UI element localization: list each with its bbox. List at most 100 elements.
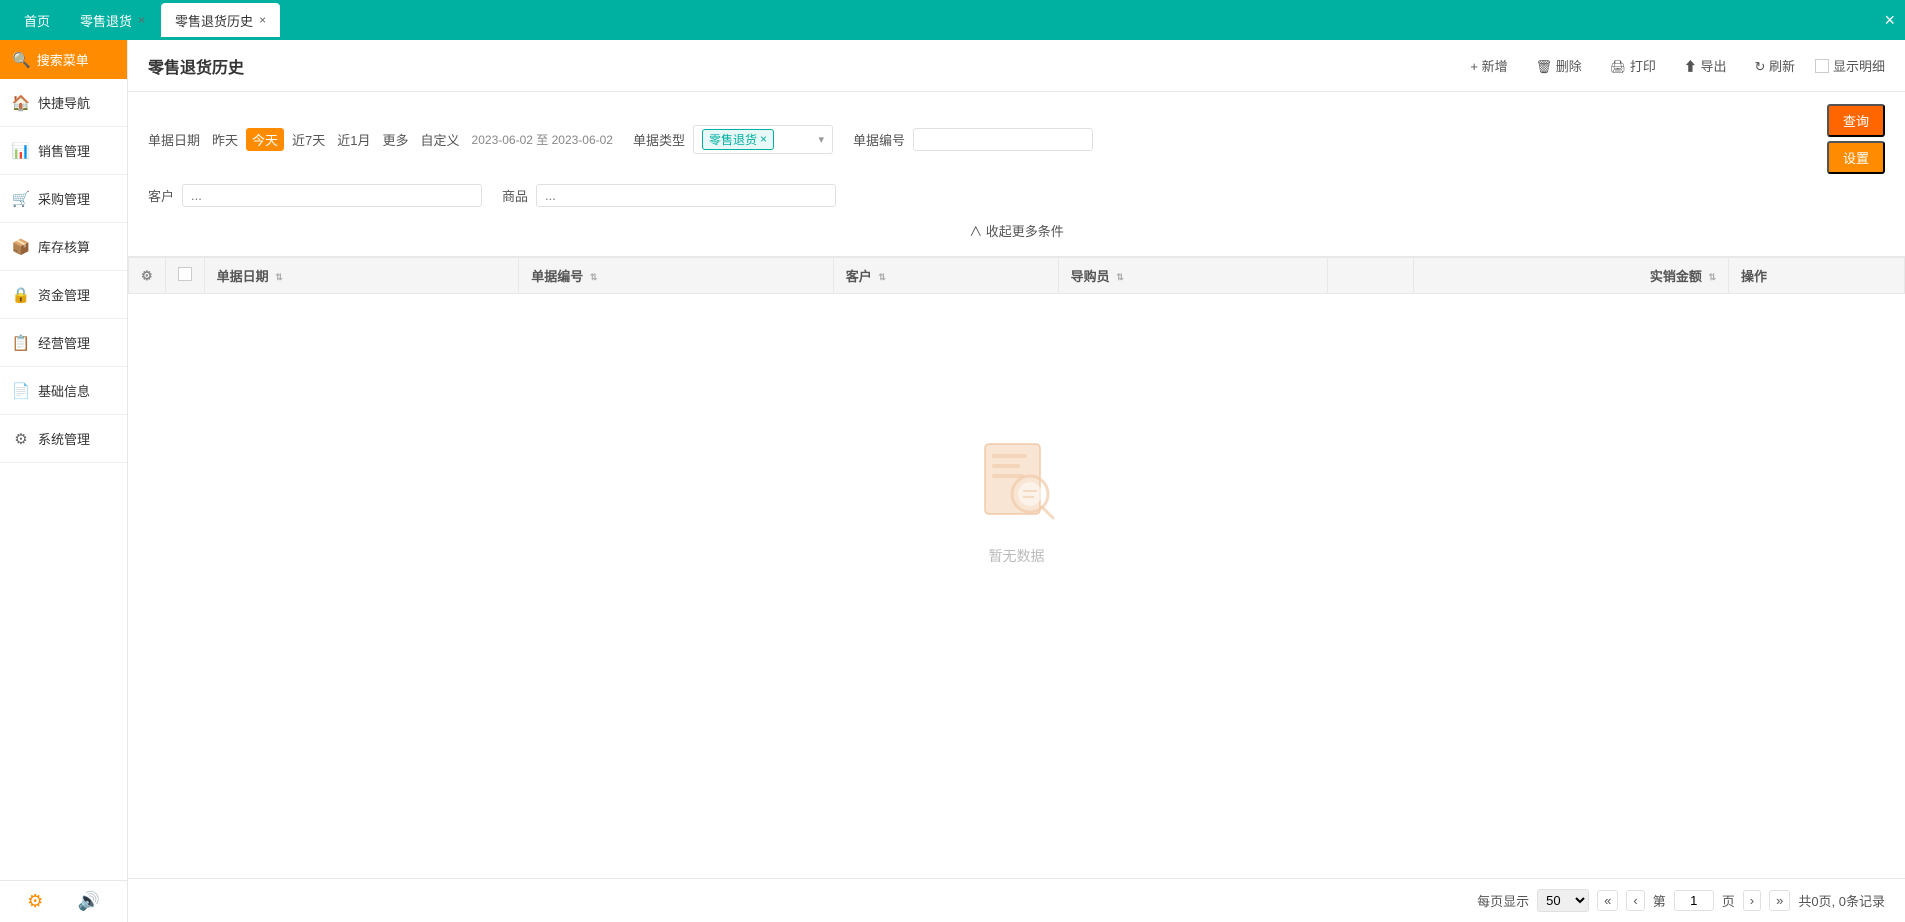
show-detail-checkbox[interactable] bbox=[1815, 59, 1829, 73]
sidebar-item-operations[interactable]: 📋 经营管理 bbox=[0, 319, 127, 367]
doc-type-remove[interactable]: × bbox=[760, 132, 767, 146]
print-button[interactable]: 🖨 打印 bbox=[1602, 52, 1664, 79]
doc-number-input[interactable] bbox=[913, 128, 1093, 151]
th-date-sort-icon[interactable]: ⇅ bbox=[275, 272, 283, 283]
prev-page-button[interactable]: ‹ bbox=[1626, 890, 1644, 911]
sidebar-item-sales-mgmt[interactable]: 📊 销售管理 bbox=[0, 127, 127, 175]
table-check-all[interactable] bbox=[178, 267, 192, 281]
th-spacer bbox=[1328, 258, 1414, 294]
nav-items: 🏠 快捷导航 📊 销售管理 🛒 采购管理 📦 库存核算 🔒 资金管理 📋 bbox=[0, 79, 127, 880]
new-button[interactable]: + 新增 bbox=[1462, 52, 1515, 79]
tab-retail-return[interactable]: 零售退货 × bbox=[66, 3, 159, 37]
table-area: ⚙ 单据日期 ⇅ 单据编号 ⇅ bbox=[128, 257, 1905, 878]
sidebar-item-quick-nav-label: 快捷导航 bbox=[38, 93, 90, 112]
th-customer-sort-icon[interactable]: ⇅ bbox=[878, 272, 886, 283]
sidebar-item-finance[interactable]: 🔒 资金管理 bbox=[0, 271, 127, 319]
refresh-button[interactable]: ↻ 刷新 bbox=[1746, 52, 1803, 79]
th-number-sort-icon[interactable]: ⇅ bbox=[590, 272, 598, 283]
doc-type-arrow-icon: ▾ bbox=[818, 133, 824, 146]
collapse-label: ∧ 收起更多条件 bbox=[969, 221, 1064, 240]
customer-input[interactable] bbox=[182, 184, 482, 207]
window-close-button[interactable]: × bbox=[1884, 10, 1895, 31]
sidebar-item-basic-info[interactable]: 📄 基础信息 bbox=[0, 367, 127, 415]
show-detail-label: 显示明细 bbox=[1833, 56, 1885, 75]
tab-retail-return-close[interactable]: × bbox=[138, 13, 145, 27]
filter-area: 单据日期 昨天 今天 近7天 近1月 更多 自定义 2023-06-02 至 2… bbox=[128, 92, 1905, 257]
data-table: ⚙ 单据日期 ⇅ 单据编号 ⇅ bbox=[128, 257, 1905, 706]
th-customer-label: 客户 bbox=[846, 269, 872, 284]
table-settings-icon[interactable]: ⚙ bbox=[141, 268, 153, 283]
filter-customer: 客户 bbox=[148, 184, 482, 207]
page-title: 零售退货历史 bbox=[148, 54, 244, 78]
th-amount-label: 实销金额 bbox=[1650, 269, 1702, 284]
sidebar-item-system-mgmt[interactable]: ⚙ 系统管理 bbox=[0, 415, 127, 463]
date-opt-today[interactable]: 今天 bbox=[246, 128, 284, 151]
empty-text: 暂无数据 bbox=[989, 546, 1045, 566]
th-guide: 导购员 ⇅ bbox=[1058, 258, 1328, 294]
th-actions-label: 操作 bbox=[1741, 269, 1767, 284]
doc-type-label: 单据类型 bbox=[633, 130, 685, 149]
query-button[interactable]: 查询 bbox=[1827, 104, 1885, 137]
page-number-input[interactable] bbox=[1674, 890, 1714, 911]
goods-input[interactable] bbox=[536, 184, 836, 207]
search-icon: 🔍 bbox=[12, 51, 31, 69]
th-guide-sort-icon[interactable]: ⇅ bbox=[1116, 272, 1124, 283]
audio-icon[interactable]: 🔊 bbox=[77, 891, 99, 912]
th-amount: 实销金额 ⇅ bbox=[1414, 258, 1729, 294]
date-opt-custom[interactable]: 自定义 bbox=[417, 128, 464, 151]
date-opt-last7[interactable]: 近7天 bbox=[288, 128, 329, 151]
sidebar-item-inventory[interactable]: 📦 库存核算 bbox=[0, 223, 127, 271]
table-header: ⚙ 单据日期 ⇅ 单据编号 ⇅ bbox=[129, 258, 1905, 294]
header-actions: + 新增 🗑 删除 🖨 打印 ⬆ 导出 ↻ 刷新 显示明细 bbox=[1462, 52, 1885, 79]
filter-doc-number: 单据编号 bbox=[853, 128, 1093, 151]
sidebar-item-sales-mgmt-label: 销售管理 bbox=[38, 141, 90, 160]
sidebar-item-system-mgmt-label: 系统管理 bbox=[38, 429, 90, 448]
settings-icon[interactable]: ⚙ bbox=[27, 891, 43, 912]
sidebar-item-basic-info-label: 基础信息 bbox=[38, 381, 90, 400]
date-range-display: 2023-06-02 至 2023-06-02 bbox=[472, 131, 613, 148]
sidebar-item-purchase-mgmt[interactable]: 🛒 采购管理 bbox=[0, 175, 127, 223]
delete-button[interactable]: 🗑 删除 bbox=[1528, 52, 1590, 79]
empty-state: 暂无数据 bbox=[129, 354, 1905, 646]
pagination: 每页显示 50 10 20 100 « ‹ 第 页 › » 共0页, 0条记录 bbox=[128, 878, 1905, 922]
export-button[interactable]: ⬆ 导出 bbox=[1676, 52, 1735, 79]
show-detail-toggle[interactable]: 显示明细 bbox=[1815, 56, 1885, 75]
sidebar-item-finance-label: 资金管理 bbox=[38, 285, 90, 304]
query-buttons: 查询 设置 bbox=[1827, 104, 1885, 174]
last-page-button[interactable]: » bbox=[1769, 890, 1790, 911]
total-info: 共0页, 0条记录 bbox=[1798, 891, 1885, 910]
operations-icon: 📋 bbox=[12, 334, 30, 352]
sidebar-item-operations-label: 经营管理 bbox=[38, 333, 90, 352]
sidebar-footer: ⚙ 🔊 bbox=[0, 880, 127, 922]
th-amount-sort-icon[interactable]: ⇅ bbox=[1708, 272, 1716, 283]
first-page-button[interactable]: « bbox=[1597, 890, 1618, 911]
th-date: 单据日期 ⇅ bbox=[204, 258, 519, 294]
collapse-button[interactable]: ∧ 收起更多条件 bbox=[148, 217, 1885, 244]
th-number-label: 单据编号 bbox=[531, 269, 583, 284]
next-page-button[interactable]: › bbox=[1743, 890, 1761, 911]
main-layout: 🔍 搜索菜单 🏠 快捷导航 📊 销售管理 🛒 采购管理 📦 库存核算 🔒 bbox=[0, 40, 1905, 922]
tab-retail-return-history[interactable]: 零售退货历史 × bbox=[161, 3, 280, 37]
quick-nav-icon: 🏠 bbox=[12, 94, 30, 112]
settings-button[interactable]: 设置 bbox=[1827, 141, 1885, 174]
doc-type-select[interactable]: 零售退货 × ▾ bbox=[693, 125, 833, 154]
date-opt-last-month[interactable]: 近1月 bbox=[333, 128, 374, 151]
search-menu-button[interactable]: 🔍 搜索菜单 bbox=[0, 40, 127, 79]
tab-list: 首页 零售退货 × 零售退货历史 × bbox=[10, 3, 1884, 37]
tab-retail-return-history-close[interactable]: × bbox=[259, 13, 266, 27]
date-opt-yesterday[interactable]: 昨天 bbox=[208, 128, 242, 151]
customer-label: 客户 bbox=[148, 186, 174, 205]
th-guide-label: 导购员 bbox=[1071, 269, 1110, 284]
empty-cell: 暂无数据 bbox=[129, 294, 1905, 707]
date-opt-more[interactable]: 更多 bbox=[379, 128, 413, 151]
sidebar-item-quick-nav[interactable]: 🏠 快捷导航 bbox=[0, 79, 127, 127]
tab-home[interactable]: 首页 bbox=[10, 3, 64, 37]
th-checkbox bbox=[165, 258, 204, 294]
top-bar: 首页 零售退货 × 零售退货历史 × × bbox=[0, 0, 1905, 40]
tab-home-label: 首页 bbox=[24, 11, 50, 30]
filter-row-1: 单据日期 昨天 今天 近7天 近1月 更多 自定义 2023-06-02 至 2… bbox=[148, 104, 1885, 174]
doc-number-label: 单据编号 bbox=[853, 130, 905, 149]
purchase-mgmt-icon: 🛒 bbox=[12, 190, 30, 208]
filter-row-2: 客户 商品 bbox=[148, 184, 1885, 207]
page-size-select[interactable]: 50 10 20 100 bbox=[1537, 889, 1589, 912]
